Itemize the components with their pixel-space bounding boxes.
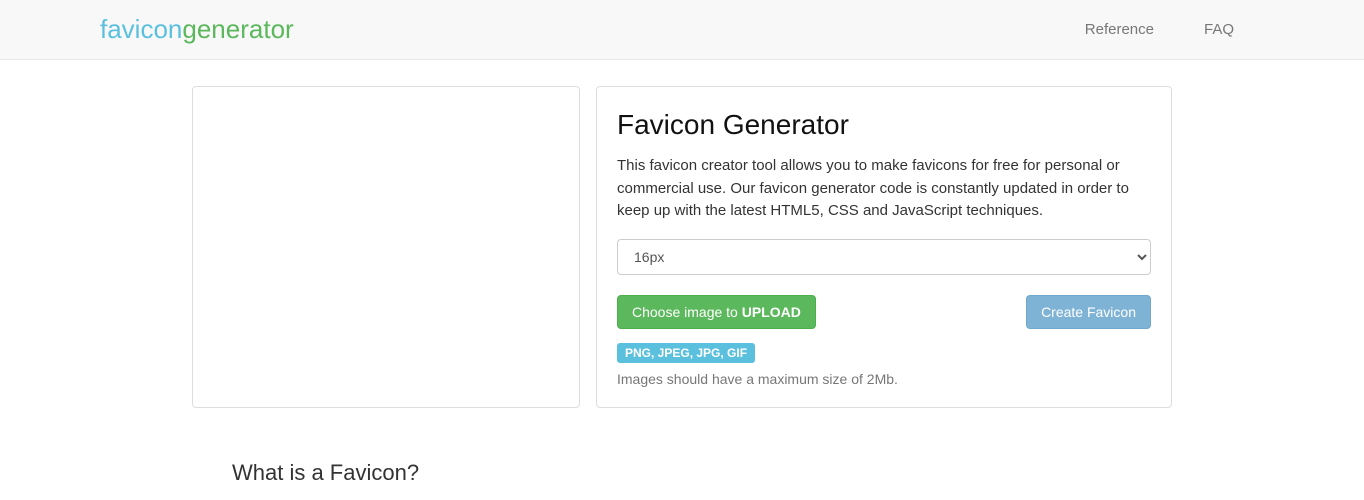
upload-button[interactable]: Choose image to UPLOAD bbox=[617, 295, 816, 329]
panel-row: Favicon Generator This favicon creator t… bbox=[192, 86, 1172, 408]
nav-links: Reference FAQ bbox=[1085, 21, 1264, 38]
brand-part-generator: generator bbox=[182, 14, 293, 44]
nav-link-reference[interactable]: Reference bbox=[1085, 21, 1154, 38]
navbar: favicongenerator Reference FAQ bbox=[0, 0, 1364, 60]
button-row: Choose image to UPLOAD Create Favicon bbox=[617, 295, 1151, 329]
create-favicon-button[interactable]: Create Favicon bbox=[1026, 295, 1151, 329]
panel-description: This favicon creator tool allows you to … bbox=[617, 155, 1151, 223]
preview-panel bbox=[192, 86, 580, 408]
formats-badge: PNG, JPEG, JPG, GIF bbox=[617, 343, 755, 363]
brand-link[interactable]: favicongenerator bbox=[100, 14, 294, 45]
generator-panel: Favicon Generator This favicon creator t… bbox=[596, 86, 1172, 408]
size-select[interactable]: 16px bbox=[617, 239, 1151, 275]
brand-part-favicon: favicon bbox=[100, 14, 182, 44]
size-hint: Images should have a maximum size of 2Mb… bbox=[617, 371, 1151, 387]
upload-strong: UPLOAD bbox=[742, 304, 801, 320]
section-heading-what-is-favicon: What is a Favicon? bbox=[232, 460, 1172, 486]
nav-link-faq[interactable]: FAQ bbox=[1204, 21, 1234, 38]
panel-title: Favicon Generator bbox=[617, 109, 1151, 141]
main-container: Favicon Generator This favicon creator t… bbox=[192, 60, 1172, 486]
upload-prefix: Choose image to bbox=[632, 304, 742, 320]
